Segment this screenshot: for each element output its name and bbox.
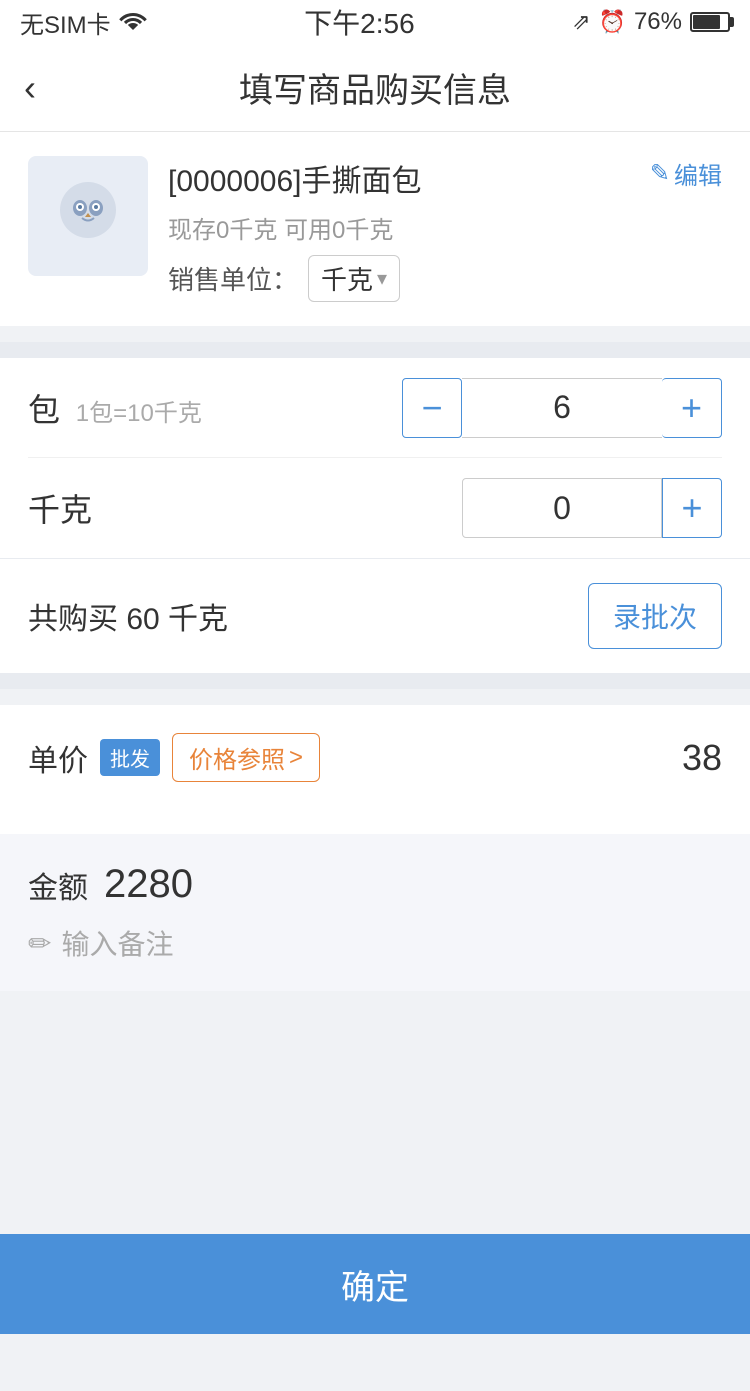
edit-button[interactable]: ✎ 编辑 [650, 156, 722, 191]
amount-label: 金额 [28, 863, 88, 907]
package-input-row: 包 1包=10千克 − + [28, 358, 722, 458]
battery-percent: 76% [634, 8, 682, 36]
status-bar: 无SIM卡 下午2:56 ⇗ ⏰ 76% [0, 0, 750, 44]
price-ref-button[interactable]: 价格参照 > [172, 733, 320, 782]
price-ref-arrow: > [289, 744, 303, 772]
product-name-row: [0000006]手撕面包 ✎ 编辑 [168, 156, 722, 200]
back-button[interactable]: ‹ [24, 67, 36, 109]
package-decrement-button[interactable]: − [402, 378, 462, 438]
package-sublabel: 1包=10千克 [76, 400, 202, 427]
battery-fill [693, 15, 720, 29]
product-unit-row: 销售单位： 千克 ▾ [168, 255, 722, 302]
input-section: 包 1包=10千克 − + 千克 + [0, 358, 750, 558]
product-thumb-icon [58, 180, 118, 252]
package-label-group: 包 1包=10千克 [28, 385, 202, 431]
price-label: 单价 [28, 736, 88, 780]
price-section: 单价 批发 价格参照 > 38 [0, 705, 750, 834]
page: 无SIM卡 下午2:56 ⇗ ⏰ 76% ‹ 填写商品购买信息 [0, 0, 750, 1391]
wifi-icon [119, 8, 147, 37]
summary-row: 共购买 60 千克 录批次 [0, 558, 750, 673]
package-input[interactable] [462, 378, 662, 438]
remark-input[interactable]: 输入备注 [61, 923, 173, 963]
section-divider-2 [0, 673, 750, 689]
price-tag-batch: 批发 [100, 739, 160, 776]
kg-input[interactable] [462, 478, 662, 538]
edit-label: 编辑 [674, 156, 722, 191]
unit-select[interactable]: 千克 ▾ [308, 255, 400, 302]
kg-input-row: 千克 + [28, 458, 722, 558]
location-icon: ⇗ [572, 9, 590, 35]
page-title: 填写商品购买信息 [239, 63, 511, 112]
price-value: 38 [682, 737, 722, 779]
alarm-icon: ⏰ [599, 9, 626, 35]
product-info: [0000006]手撕面包 ✎ 编辑 现存0千克 可用0千克 销售单位： 千克 … [168, 156, 722, 302]
package-increment-button[interactable]: + [662, 378, 722, 438]
remark-icon: ✏ [28, 927, 51, 960]
amount-row: 金额 2280 [28, 862, 722, 907]
unit-label: 销售单位： [168, 260, 298, 297]
status-bar-left: 无SIM卡 [20, 5, 147, 40]
price-ref-label: 价格参照 [189, 740, 285, 775]
kg-increment-button[interactable]: + [662, 478, 722, 538]
time-label: 下午2:56 [304, 2, 415, 42]
remark-row[interactable]: ✏ 输入备注 [28, 923, 722, 963]
batch-button[interactable]: 录批次 [588, 583, 722, 649]
nav-bar: ‹ 填写商品购买信息 [0, 44, 750, 132]
edit-icon: ✎ [650, 159, 670, 188]
product-stock: 现存0千克 可用0千克 [168, 210, 722, 245]
battery-icon [690, 12, 730, 32]
status-bar-right: ⇗ ⏰ 76% [572, 8, 730, 36]
confirm-button[interactable]: 确定 [0, 1234, 750, 1334]
price-row: 单价 批发 价格参照 > 38 [28, 733, 722, 782]
section-divider-1 [0, 342, 750, 358]
price-label-group: 单价 批发 价格参照 > [28, 733, 320, 782]
product-card: [0000006]手撕面包 ✎ 编辑 现存0千克 可用0千克 销售单位： 千克 … [0, 132, 750, 326]
kg-label: 千克 [28, 485, 92, 531]
unit-dropdown-icon: ▾ [377, 266, 387, 291]
product-name: [0000006]手撕面包 [168, 156, 650, 200]
summary-text: 共购买 60 千克 [28, 594, 228, 638]
carrier-label: 无SIM卡 [20, 5, 111, 40]
amount-section: 金额 2280 ✏ 输入备注 [0, 834, 750, 991]
package-label: 包 [28, 392, 60, 428]
amount-value: 2280 [104, 862, 193, 907]
package-stepper: − + [402, 378, 722, 438]
unit-value: 千克 [321, 260, 373, 297]
kg-stepper: + [462, 478, 722, 538]
product-thumbnail [28, 156, 148, 276]
